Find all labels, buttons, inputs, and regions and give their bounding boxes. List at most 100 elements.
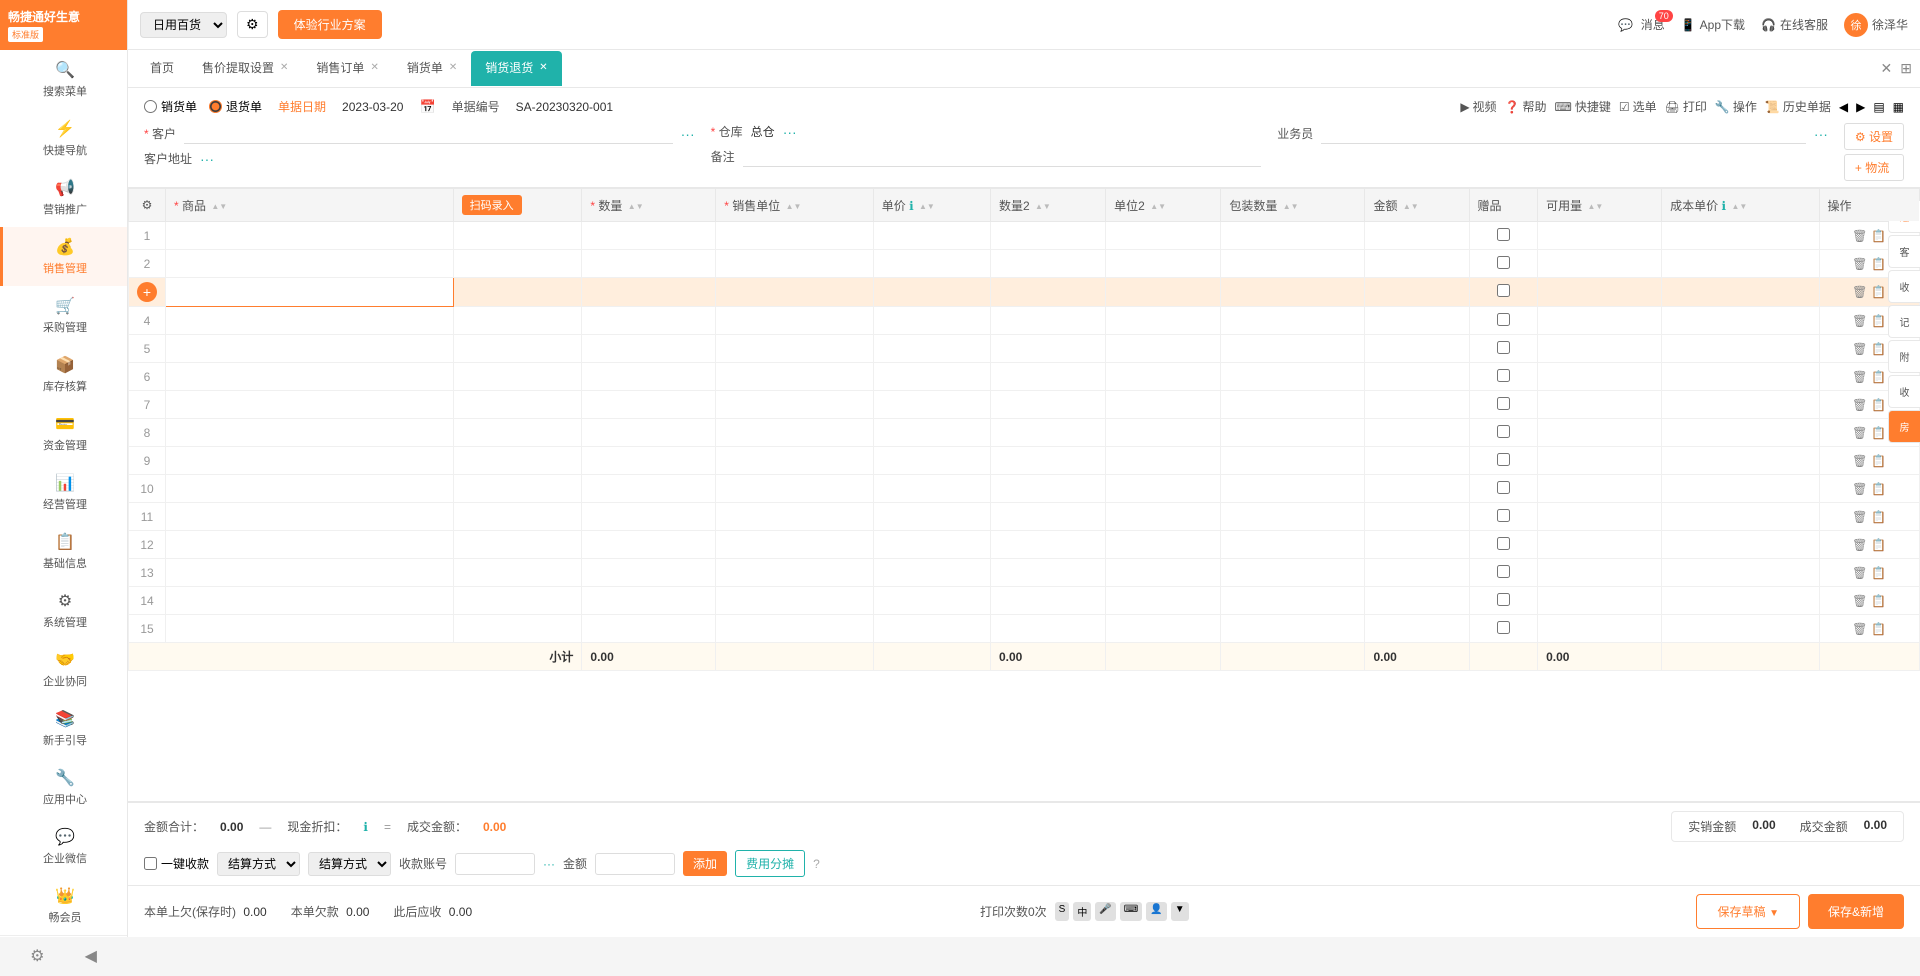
unit-cell[interactable] bbox=[716, 250, 874, 278]
discount-info-icon[interactable]: ℹ bbox=[363, 820, 368, 834]
qty2-cell[interactable] bbox=[990, 222, 1105, 250]
delete-icon[interactable]: 🗑 bbox=[1852, 285, 1867, 299]
remark-input[interactable] bbox=[743, 146, 1262, 167]
copy-icon[interactable]: 📋 bbox=[1871, 566, 1886, 580]
close-icon[interactable]: ✕ bbox=[539, 62, 547, 73]
operation-button[interactable]: 🔧操作 bbox=[1715, 98, 1757, 115]
salesperson-dots-button[interactable]: ··· bbox=[1814, 126, 1828, 142]
delete-icon[interactable]: 🗑 bbox=[1852, 594, 1867, 608]
copy-icon[interactable]: 📋 bbox=[1871, 398, 1886, 412]
delete-icon[interactable]: 🗑 bbox=[1852, 370, 1867, 384]
sidebar-item-sales[interactable]: 💰 销售管理 bbox=[0, 227, 127, 286]
right-btn-7[interactable]: 房 bbox=[1888, 410, 1920, 443]
delete-icon[interactable]: 🗑 bbox=[1852, 538, 1867, 552]
chevron-down-icon[interactable]: ▼ bbox=[1769, 908, 1779, 919]
print-button[interactable]: 🖨打印 bbox=[1665, 98, 1707, 115]
customer-dots-button[interactable]: ··· bbox=[681, 126, 695, 142]
save-new-button[interactable]: 保存&新增 bbox=[1808, 894, 1904, 929]
fee-split-button[interactable]: 费用分摊 bbox=[735, 850, 805, 877]
fee-help-icon[interactable]: ? bbox=[813, 857, 820, 871]
copy-icon[interactable]: 📋 bbox=[1871, 538, 1886, 552]
unit-sort-icon[interactable]: ▲▼ bbox=[786, 202, 802, 211]
pkg-qty-cell-new[interactable] bbox=[1221, 278, 1365, 307]
sidebar-item-quick-nav[interactable]: ⚡ 快捷导航 bbox=[0, 109, 127, 168]
trial-button[interactable]: 体验行业方案 bbox=[278, 10, 382, 39]
tab-sales-order[interactable]: 销售订单 ✕ bbox=[302, 51, 392, 86]
amount-cell[interactable] bbox=[1365, 222, 1469, 250]
delete-icon[interactable]: 🗑 bbox=[1852, 398, 1867, 412]
ime-icon-2[interactable]: 中 bbox=[1073, 902, 1091, 921]
right-btn-6[interactable]: 收 bbox=[1888, 375, 1920, 408]
price-cell-new[interactable] bbox=[873, 278, 990, 307]
copy-icon[interactable]: 📋 bbox=[1871, 314, 1886, 328]
qty-cell-new[interactable] bbox=[582, 278, 716, 307]
radio-return[interactable]: 退货单 bbox=[209, 98, 262, 115]
right-btn-4[interactable]: 记 bbox=[1888, 305, 1920, 338]
product-cell-new[interactable] bbox=[166, 278, 454, 307]
nav-next-icon[interactable]: ▶ bbox=[1856, 100, 1865, 114]
scan-button[interactable]: 扫码录入 bbox=[462, 195, 522, 215]
tab-home[interactable]: 首页 bbox=[136, 51, 188, 86]
cost-sort-icon[interactable]: ▲▼ bbox=[1731, 202, 1747, 211]
price-cell[interactable] bbox=[873, 222, 990, 250]
copy-icon[interactable]: 📋 bbox=[1871, 426, 1886, 440]
collapse-icon[interactable]: ◀ bbox=[85, 946, 97, 966]
customer-addr-dots-button[interactable]: ··· bbox=[200, 151, 214, 167]
sidebar-item-marketing[interactable]: 📢 营销推广 bbox=[0, 168, 127, 227]
delete-icon[interactable]: 🗑 bbox=[1852, 229, 1867, 243]
unit2-cell-new[interactable] bbox=[1106, 278, 1221, 307]
ime-icon-3[interactable]: 🎤 bbox=[1095, 902, 1115, 921]
warehouse-dots-button[interactable]: ··· bbox=[783, 124, 797, 140]
qty2-cell[interactable] bbox=[990, 250, 1105, 278]
tab-price-settings[interactable]: 售价提取设置 ✕ bbox=[188, 51, 302, 86]
settings-icon[interactable]: ⚙ bbox=[30, 946, 44, 966]
amount-cell-new[interactable] bbox=[1365, 278, 1469, 307]
unit-cell[interactable] bbox=[716, 222, 874, 250]
tab-sales-return[interactable]: 销货退货 ✕ bbox=[471, 51, 561, 86]
add-row-button[interactable]: + bbox=[137, 282, 157, 302]
product-cell[interactable] bbox=[166, 222, 454, 250]
delete-icon[interactable]: 🗑 bbox=[1852, 426, 1867, 440]
delete-icon[interactable]: 🗑 bbox=[1852, 454, 1867, 468]
gift-cell[interactable] bbox=[1469, 250, 1538, 278]
settle-method-select[interactable]: 结算方式 bbox=[217, 852, 300, 876]
copy-icon[interactable]: 📋 bbox=[1871, 482, 1886, 496]
copy-icon[interactable]: 📋 bbox=[1871, 454, 1886, 468]
price-sort-icon[interactable]: ▲▼ bbox=[919, 202, 935, 211]
pkg-qty-cell[interactable] bbox=[1221, 250, 1365, 278]
account-input[interactable] bbox=[455, 853, 535, 875]
expand-tabs-icon[interactable]: ⊞ bbox=[1900, 60, 1912, 77]
save-draft-button[interactable]: 保存草稿 ▼ bbox=[1696, 894, 1800, 929]
gift-cell[interactable] bbox=[1469, 222, 1538, 250]
grid-view-icon[interactable]: ▦ bbox=[1893, 100, 1904, 114]
copy-icon[interactable]: 📋 bbox=[1871, 257, 1886, 271]
copy-icon[interactable]: 📋 bbox=[1871, 229, 1886, 243]
delete-icon[interactable]: 🗑 bbox=[1852, 342, 1867, 356]
account-dots-button[interactable]: ··· bbox=[543, 857, 555, 871]
qty-cell[interactable] bbox=[582, 250, 716, 278]
pkg-sort-icon[interactable]: ▲▼ bbox=[1283, 202, 1299, 211]
one-key-pay-checkbox[interactable]: 一键收款 bbox=[144, 855, 209, 872]
amount-sort-icon[interactable]: ▲▼ bbox=[1403, 202, 1419, 211]
copy-icon[interactable]: 📋 bbox=[1871, 342, 1886, 356]
sidebar-item-enterprise[interactable]: 🤝 企业协同 bbox=[0, 640, 127, 699]
settings-button[interactable]: ⚙ 设置 bbox=[1844, 123, 1904, 150]
sidebar-item-purchase[interactable]: 🛒 采购管理 bbox=[0, 286, 127, 345]
amount-cell[interactable] bbox=[1365, 250, 1469, 278]
help-button[interactable]: ❓帮助 bbox=[1505, 98, 1547, 115]
logistics-button[interactable]: + 物流 bbox=[1844, 154, 1904, 181]
product-cell[interactable] bbox=[166, 250, 454, 278]
unit2-sort-icon[interactable]: ▲▼ bbox=[1150, 202, 1166, 211]
price-cell[interactable] bbox=[873, 250, 990, 278]
sidebar-item-operation[interactable]: 📊 经营管理 bbox=[0, 463, 127, 522]
sidebar-item-finance[interactable]: 💳 资金管理 bbox=[0, 404, 127, 463]
message-button[interactable]: 💬 70 消息 bbox=[1618, 16, 1664, 33]
ime-icon-5[interactable]: 👤 bbox=[1146, 902, 1166, 921]
new-product-input[interactable] bbox=[174, 285, 445, 299]
pkg-qty-cell[interactable] bbox=[1221, 222, 1365, 250]
ime-icon-6[interactable]: ▼ bbox=[1171, 902, 1189, 921]
calendar-icon[interactable]: 📅 bbox=[419, 99, 435, 115]
radio-sales[interactable]: 销货单 bbox=[144, 98, 197, 115]
close-icon[interactable]: ✕ bbox=[449, 62, 457, 73]
salesperson-input[interactable] bbox=[1321, 123, 1806, 144]
